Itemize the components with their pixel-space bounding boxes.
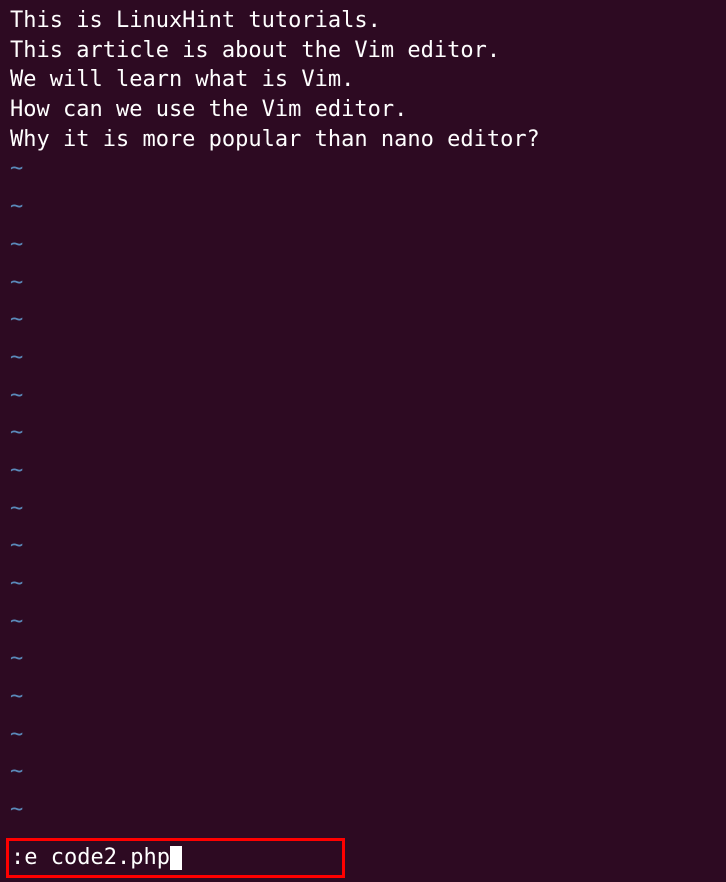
empty-line-tilde: ~ xyxy=(10,154,716,184)
empty-line-tilde: ~ xyxy=(10,720,716,750)
empty-line-tilde: ~ xyxy=(10,757,716,787)
empty-line-tilde: ~ xyxy=(10,607,716,637)
empty-line-tilde: ~ xyxy=(10,418,716,448)
buffer-line: How can we use the Vim editor. xyxy=(10,95,716,125)
empty-line-tilde: ~ xyxy=(10,644,716,674)
empty-line-tilde: ~ xyxy=(10,456,716,486)
empty-line-tilde: ~ xyxy=(10,569,716,599)
empty-line-tilde: ~ xyxy=(10,682,716,712)
cursor-icon xyxy=(170,846,182,870)
empty-lines-region: ~ ~ ~ ~ ~ ~ ~ ~ ~ ~ ~ ~ ~ ~ ~ ~ ~ ~ xyxy=(0,154,726,824)
empty-line-tilde: ~ xyxy=(10,531,716,561)
empty-line-tilde: ~ xyxy=(10,305,716,335)
command-line-highlight: :e code2.php xyxy=(6,838,345,878)
empty-line-tilde: ~ xyxy=(10,192,716,222)
buffer-line: We will learn what is Vim. xyxy=(10,65,716,95)
empty-line-tilde: ~ xyxy=(10,795,716,825)
buffer-line: This is LinuxHint tutorials. xyxy=(10,6,716,36)
command-line-input[interactable]: :e code2.php xyxy=(11,845,170,870)
empty-line-tilde: ~ xyxy=(10,381,716,411)
empty-line-tilde: ~ xyxy=(10,343,716,373)
editor-buffer[interactable]: This is LinuxHint tutorials. This articl… xyxy=(0,0,726,154)
empty-line-tilde: ~ xyxy=(10,494,716,524)
buffer-line: This article is about the Vim editor. xyxy=(10,36,716,66)
empty-line-tilde: ~ xyxy=(10,268,716,298)
buffer-line: Why it is more popular than nano editor? xyxy=(10,125,716,155)
empty-line-tilde: ~ xyxy=(10,230,716,260)
